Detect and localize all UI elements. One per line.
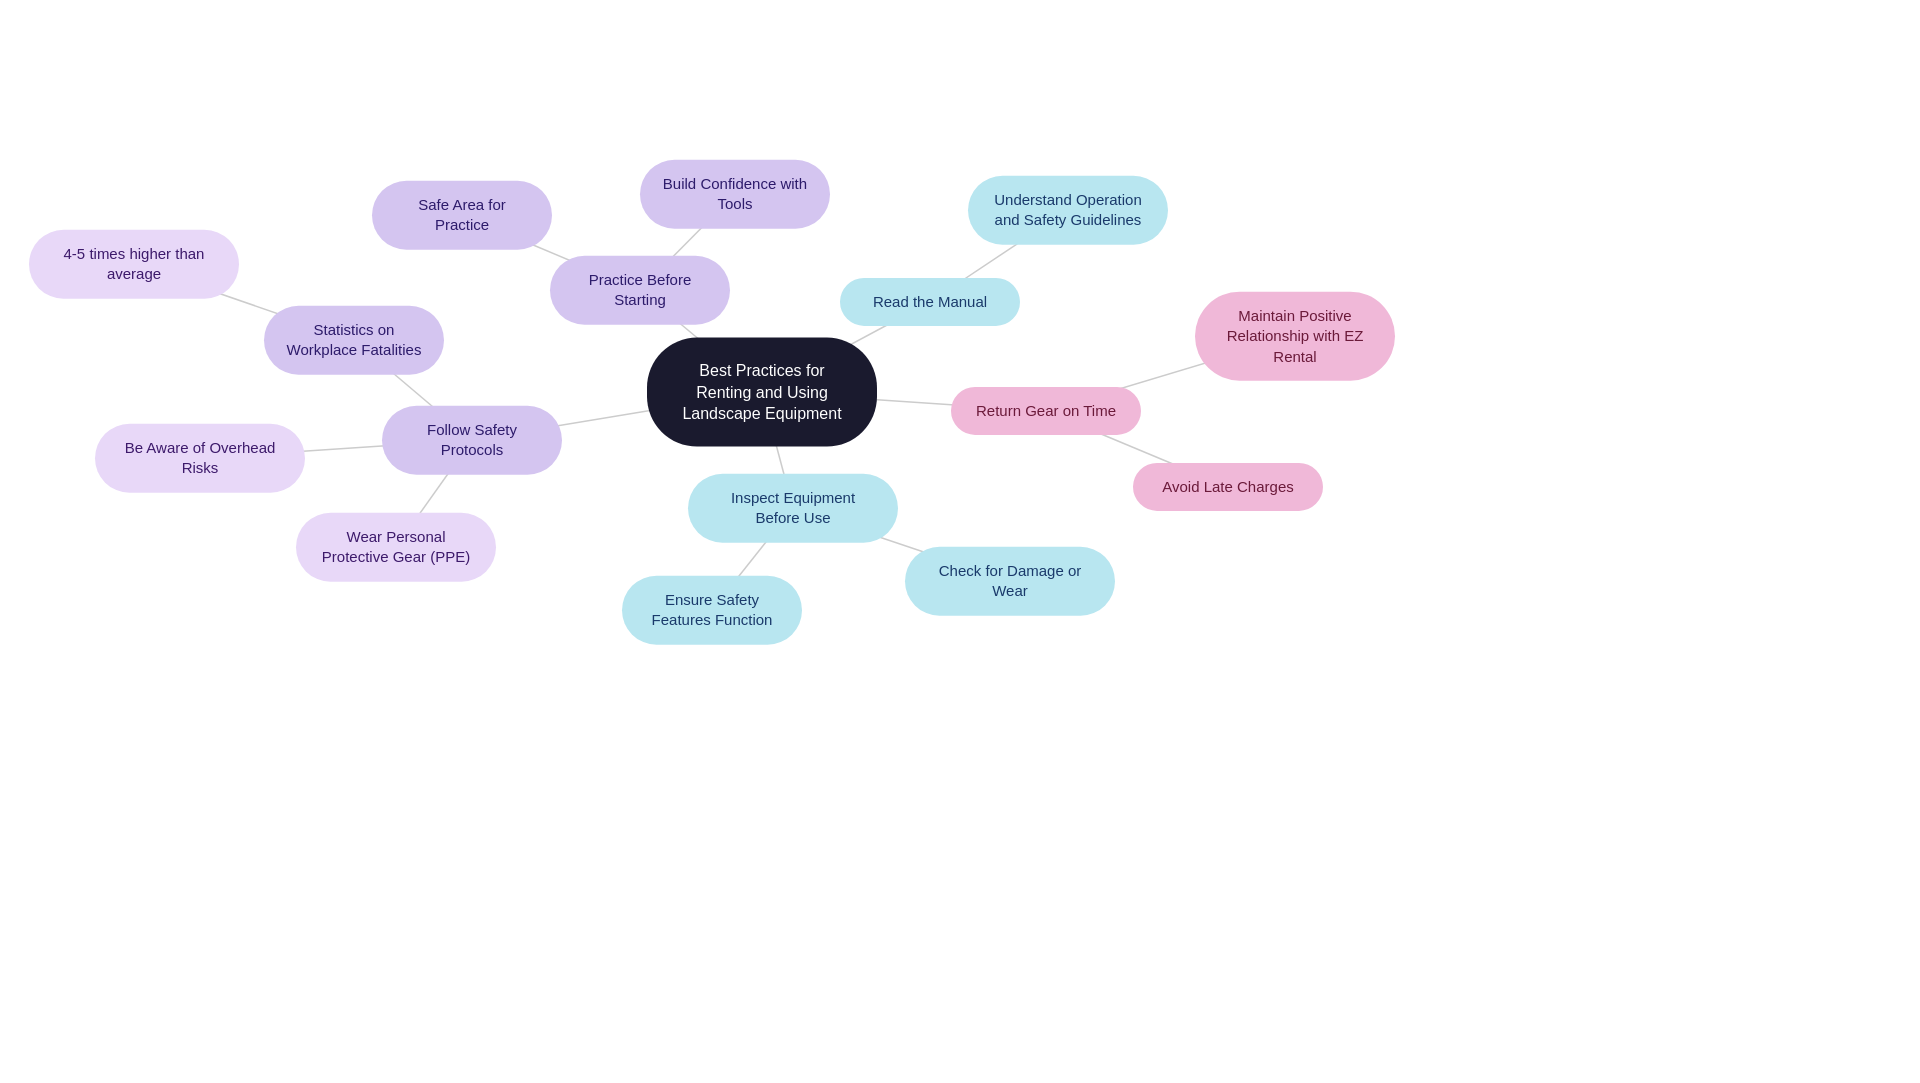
- read-manual-node: Read the Manual: [840, 278, 1020, 326]
- return-gear-node: Return Gear on Time: [951, 387, 1141, 435]
- ensure-safety-node: Ensure Safety Features Function: [622, 576, 802, 645]
- maintain-relationship-node: Maintain Positive Relationship with EZ R…: [1195, 292, 1395, 381]
- practice-before-node: Practice Before Starting: [550, 256, 730, 325]
- mindmap-container: Best Practices for Renting and Using Lan…: [0, 0, 1920, 1083]
- follow-safety-node: Follow Safety Protocols: [382, 406, 562, 475]
- center-node: Best Practices for Renting and Using Lan…: [647, 338, 877, 447]
- wear-ppe-node: Wear Personal Protective Gear (PPE): [296, 513, 496, 582]
- safe-area-node: Safe Area for Practice: [372, 181, 552, 250]
- be-aware-node: Be Aware of Overhead Risks: [95, 424, 305, 493]
- understand-operation-node: Understand Operation and Safety Guidelin…: [968, 176, 1168, 245]
- avoid-late-node: Avoid Late Charges: [1133, 463, 1323, 511]
- check-damage-node: Check for Damage or Wear: [905, 547, 1115, 616]
- four-five-times-node: 4-5 times higher than average: [29, 230, 239, 299]
- statistics-node: Statistics on Workplace Fatalities: [264, 306, 444, 375]
- inspect-equipment-node: Inspect Equipment Before Use: [688, 474, 898, 543]
- build-confidence-node: Build Confidence with Tools: [640, 160, 830, 229]
- connections-svg: [0, 0, 1920, 1083]
